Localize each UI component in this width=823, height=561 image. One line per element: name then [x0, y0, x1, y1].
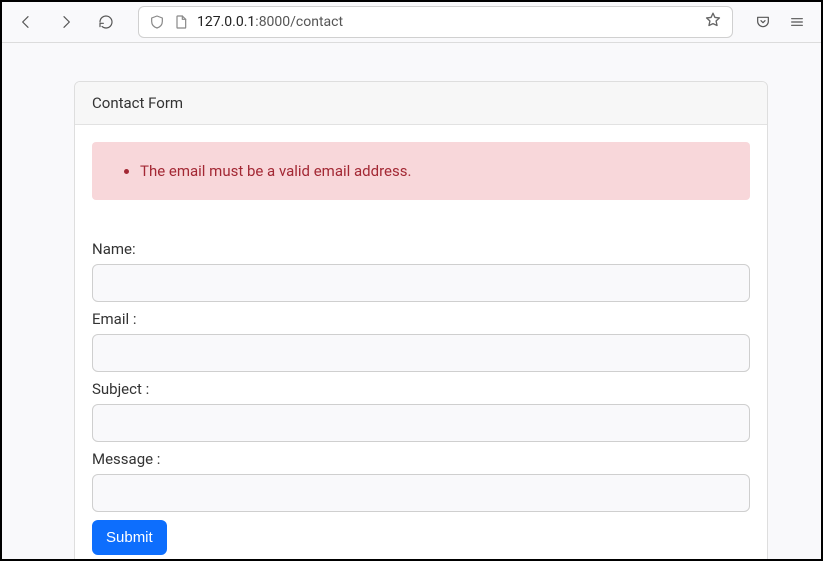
- name-label: Name:: [92, 240, 750, 258]
- arrow-right-icon: [58, 14, 74, 30]
- name-input[interactable]: [92, 264, 750, 302]
- page-icon: [173, 14, 189, 30]
- menu-button[interactable]: [781, 6, 813, 38]
- card-title: Contact Form: [92, 94, 183, 112]
- reload-button[interactable]: [90, 6, 122, 38]
- message-input[interactable]: [92, 474, 750, 512]
- arrow-left-icon: [18, 14, 34, 30]
- page-content: Contact Form The email must be a valid e…: [2, 43, 821, 559]
- url-text: 127.0.0.1:8000/contact: [197, 14, 343, 30]
- forward-button[interactable]: [50, 6, 82, 38]
- subject-label: Subject :: [92, 380, 750, 398]
- error-message: The email must be a valid email address.: [140, 162, 722, 180]
- hamburger-icon: [789, 14, 805, 30]
- url-bar[interactable]: 127.0.0.1:8000/contact: [138, 6, 733, 38]
- bookmark-button[interactable]: [704, 11, 722, 33]
- contact-card: Contact Form The email must be a valid e…: [74, 81, 768, 559]
- error-alert: The email must be a valid email address.: [92, 142, 750, 200]
- submit-button[interactable]: Submit: [92, 520, 167, 555]
- pocket-icon: [755, 14, 771, 30]
- shield-icon: [149, 14, 165, 30]
- message-label: Message :: [92, 450, 750, 468]
- reload-icon: [98, 14, 114, 30]
- email-input[interactable]: [92, 334, 750, 372]
- star-icon: [704, 11, 722, 29]
- browser-toolbar: 127.0.0.1:8000/contact: [2, 2, 821, 43]
- card-header: Contact Form: [75, 82, 767, 125]
- subject-input[interactable]: [92, 404, 750, 442]
- pocket-button[interactable]: [747, 6, 779, 38]
- back-button[interactable]: [10, 6, 42, 38]
- email-label: Email :: [92, 310, 750, 328]
